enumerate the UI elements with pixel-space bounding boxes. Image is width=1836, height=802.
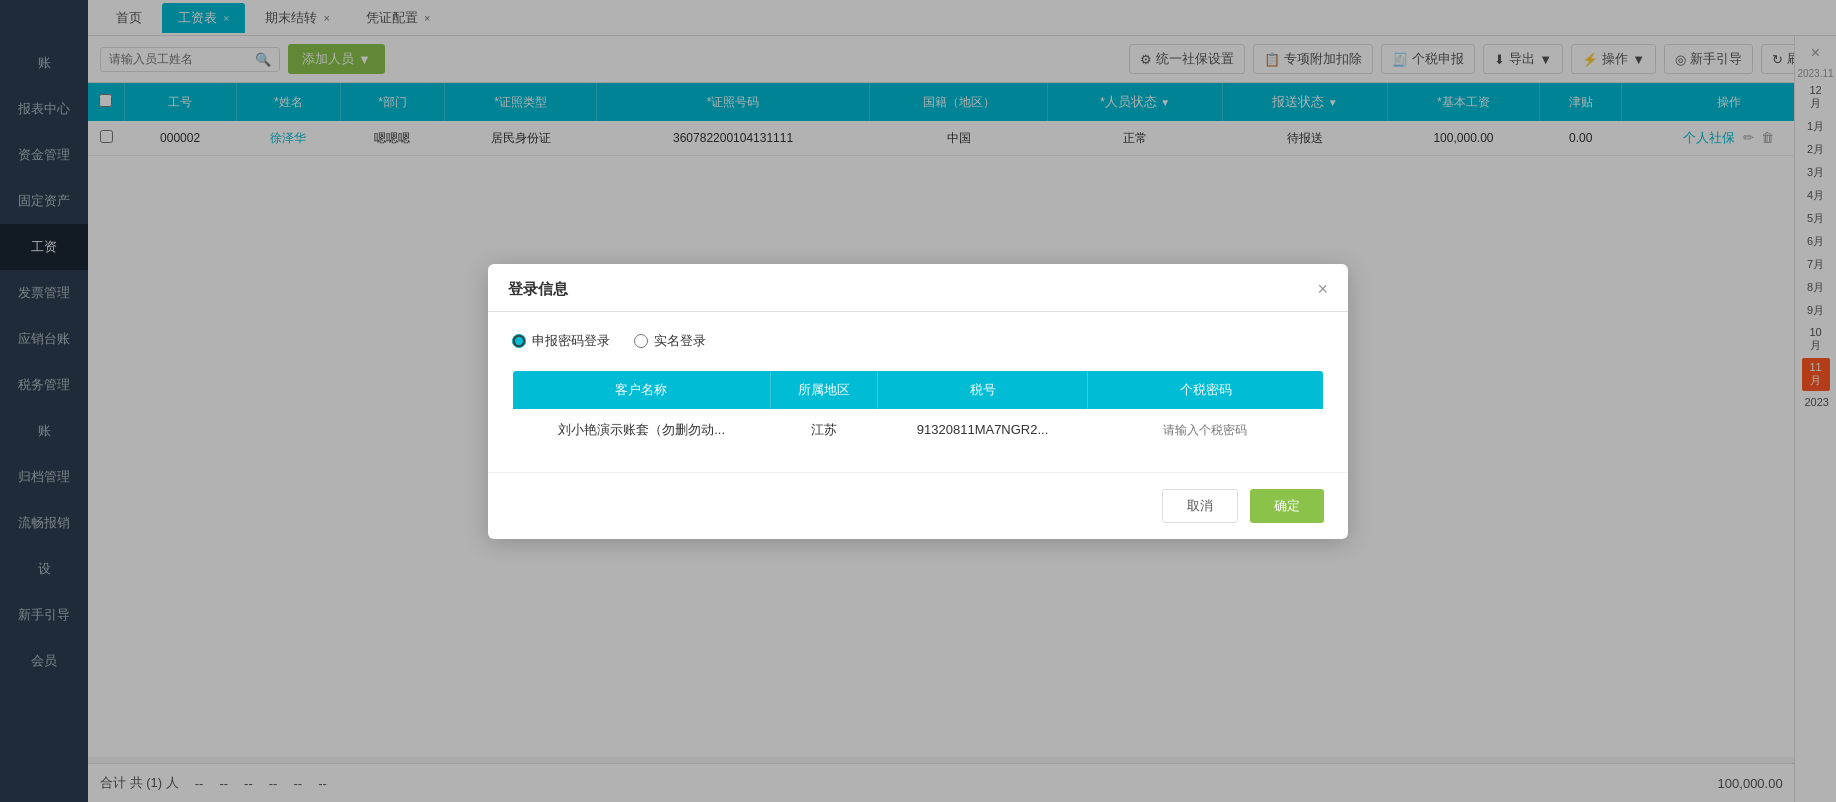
- modal-tax-pwd-cell[interactable]: [1088, 409, 1324, 452]
- modal-client-name: 刘小艳演示账套（勿删勿动...: [513, 409, 771, 452]
- login-modal: 登录信息 × 申报密码登录 实名登录 客户名称 所属地区: [488, 264, 1348, 539]
- tax-pwd-input[interactable]: [1102, 423, 1309, 437]
- modal-close-icon[interactable]: ×: [1317, 280, 1328, 298]
- modal-table-row: 刘小艳演示账套（勿删勿动... 江苏 91320811MA7NGR2...: [513, 409, 1324, 452]
- modal-tax-id: 91320811MA7NGR2...: [877, 409, 1088, 452]
- radio-realname-login[interactable]: 实名登录: [634, 332, 706, 350]
- modal-col-client: 客户名称: [513, 370, 771, 409]
- modal-footer: 取消 确定: [488, 472, 1348, 539]
- modal-header: 登录信息 ×: [488, 264, 1348, 312]
- modal-table-header: 客户名称 所属地区 税号 个税密码: [513, 370, 1324, 409]
- login-type-radio-group: 申报密码登录 实名登录: [512, 332, 1324, 350]
- cancel-button[interactable]: 取消: [1162, 489, 1238, 523]
- modal-col-region: 所属地区: [770, 370, 877, 409]
- confirm-button[interactable]: 确定: [1250, 489, 1324, 523]
- modal-col-tax-id: 税号: [877, 370, 1088, 409]
- modal-region: 江苏: [770, 409, 877, 452]
- radio-realname-input[interactable]: [634, 334, 648, 348]
- login-info-table: 客户名称 所属地区 税号 个税密码 刘小艳演示账套（勿删勿动... 江苏 913…: [512, 370, 1324, 452]
- radio-password-login[interactable]: 申报密码登录: [512, 332, 610, 350]
- modal-overlay: 登录信息 × 申报密码登录 实名登录 客户名称 所属地区: [0, 0, 1836, 802]
- modal-body: 申报密码登录 实名登录 客户名称 所属地区 税号 个税密码: [488, 312, 1348, 472]
- modal-col-tax-pwd: 个税密码: [1088, 370, 1324, 409]
- radio-password-input[interactable]: [512, 334, 526, 348]
- modal-title: 登录信息: [508, 280, 568, 299]
